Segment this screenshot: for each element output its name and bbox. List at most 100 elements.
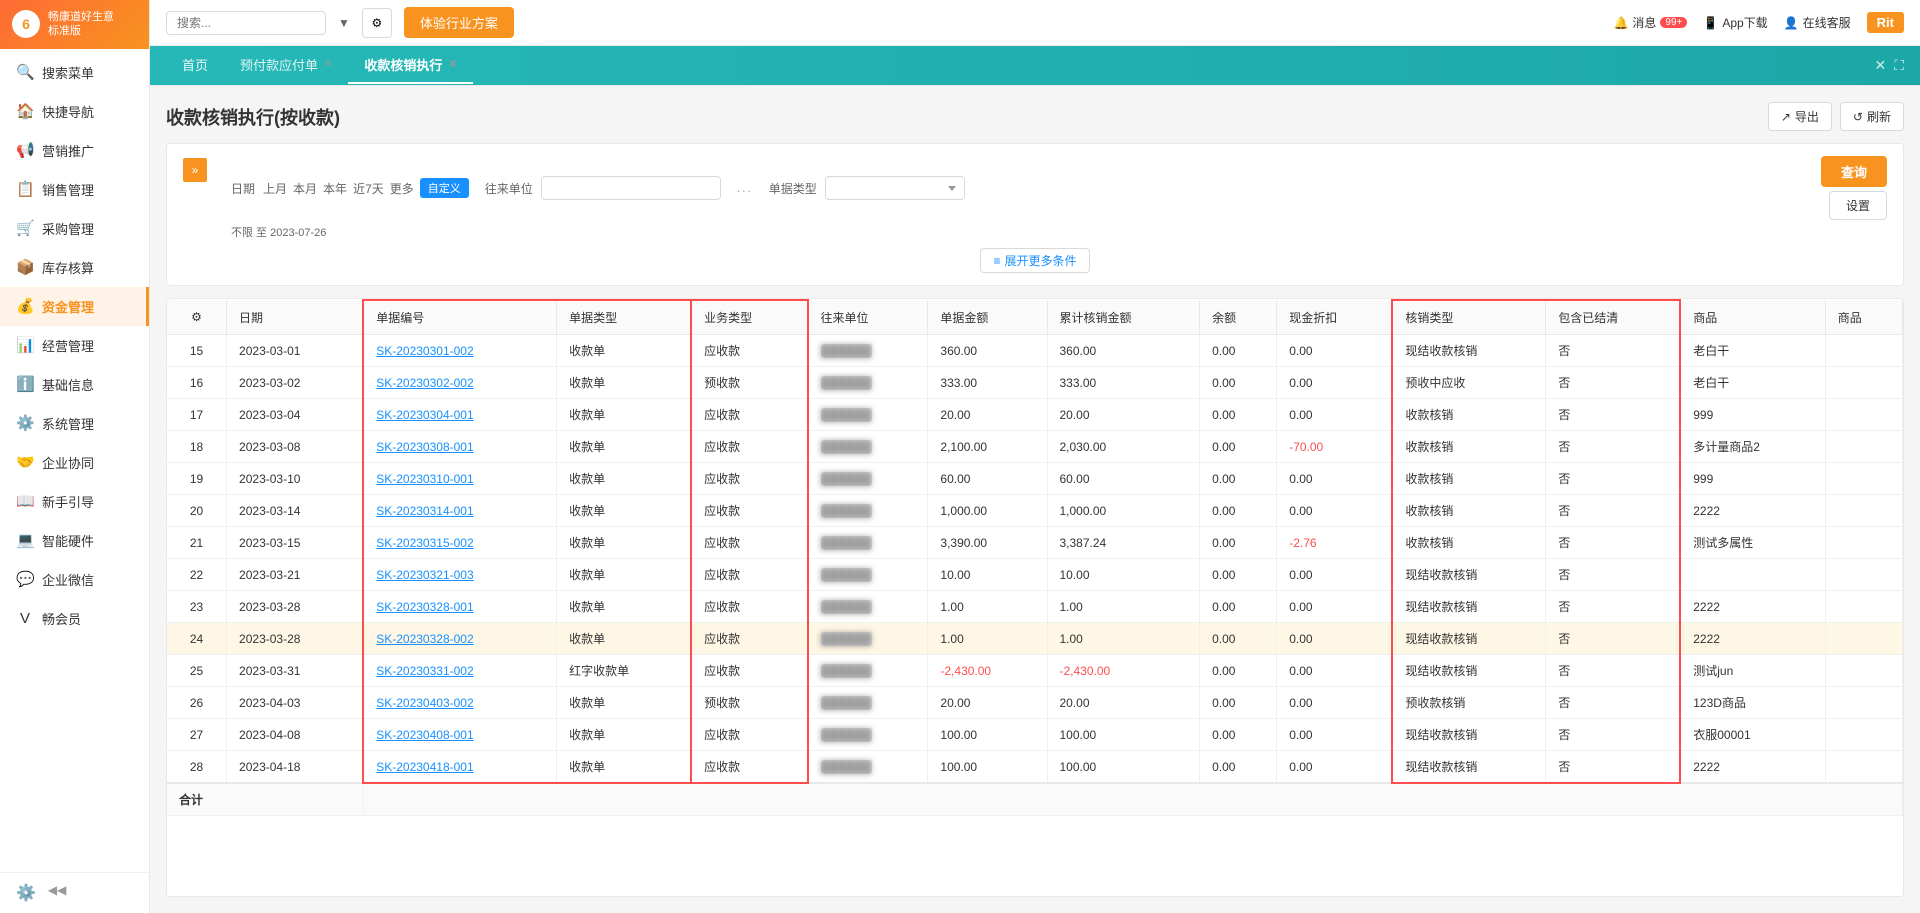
sidebar-item-finance[interactable]: 💰资金管理 <box>0 287 149 326</box>
page-content: 收款核销执行(按收款) ↗ 导出 ↺ 刷新 » 日期 <box>150 86 1920 913</box>
row-doc-no: SK-20230315-002 <box>363 527 556 559</box>
sidebar-item-operations[interactable]: 📊经营管理 <box>0 326 149 365</box>
close-tab-btn[interactable]: ✕ <box>1874 57 1886 74</box>
expand-conditions-btn[interactable]: ≡ 展开更多条件 <box>980 248 1089 273</box>
member-icon: V <box>16 610 34 627</box>
table-row: 22 2023-03-21 SK-20230321-003 收款单 应收款 ██… <box>167 559 1903 591</box>
row-seq: 27 <box>167 719 227 751</box>
date-this-month[interactable]: 本月 <box>293 180 317 197</box>
sidebar-item-purchase[interactable]: 🛒采购管理 <box>0 209 149 248</box>
row-doc-type: 收款单 <box>557 527 692 559</box>
doc-no-link[interactable]: SK-20230314-001 <box>376 504 473 518</box>
row-product2 <box>1825 527 1902 559</box>
col-settings-icon[interactable]: ⚙ <box>167 300 227 335</box>
tab-label: 收款核销执行 <box>364 55 442 74</box>
sidebar-logo: 6 畅康道好生意 标准版 <box>0 0 149 49</box>
filter-settings-btn[interactable]: 设置 <box>1829 191 1887 220</box>
query-btn[interactable]: 查询 <box>1821 156 1887 187</box>
service-icon: 👤 <box>1784 16 1799 30</box>
row-product2 <box>1825 431 1902 463</box>
sidebar-item-hardware[interactable]: 💻智能硬件 <box>0 521 149 560</box>
sidebar-item-inventory[interactable]: 📦库存核算 <box>0 248 149 287</box>
sidebar-item-label: 企业协同 <box>42 453 94 472</box>
doc-no-link[interactable]: SK-20230321-003 <box>376 568 473 582</box>
col-included: 包含已结清 <box>1546 300 1681 335</box>
dropdown-arrow: ▼ <box>338 16 350 30</box>
sidebar: 6 畅康道好生意 标准版 🔍搜索菜单🏠快捷导航📢营销推广📋销售管理🛒采购管理📦库… <box>0 0 150 913</box>
doc-type-select[interactable] <box>825 176 965 200</box>
tab-home[interactable]: 首页 <box>166 47 224 84</box>
doc-no-link[interactable]: SK-20230301-002 <box>376 344 473 358</box>
row-cancel-type: 收款核销 <box>1392 527 1545 559</box>
industry-solution-btn[interactable]: 体验行业方案 <box>404 7 514 38</box>
doc-no-link[interactable]: SK-20230304-001 <box>376 408 473 422</box>
sidebar-item-marketing[interactable]: 📢营销推广 <box>0 131 149 170</box>
collapse-icon[interactable]: ◀◀ <box>48 883 66 903</box>
row-included: 否 <box>1546 431 1681 463</box>
partner-input[interactable] <box>541 176 721 200</box>
doc-no-link[interactable]: SK-20230328-002 <box>376 632 473 646</box>
row-date: 2023-04-03 <box>227 687 364 719</box>
tab-close-btn[interactable]: ✕ <box>448 59 456 70</box>
doc-no-link[interactable]: SK-20230331-002 <box>376 664 473 678</box>
row-doc-no: SK-20230321-003 <box>363 559 556 591</box>
sidebar-item-wechat[interactable]: 💬企业微信 <box>0 560 149 599</box>
doc-no-link[interactable]: SK-20230408-001 <box>376 728 473 742</box>
filter-toggle-btn[interactable]: » <box>183 158 207 182</box>
date-more[interactable]: 更多 <box>390 180 414 197</box>
doc-no-link[interactable]: SK-20230315-002 <box>376 536 473 550</box>
search-input[interactable] <box>166 11 326 35</box>
refresh-btn[interactable]: ↺ 刷新 <box>1840 102 1904 131</box>
row-seq: 26 <box>167 687 227 719</box>
sidebar-item-enterprise[interactable]: 🤝企业协同 <box>0 443 149 482</box>
export-btn[interactable]: ↗ 导出 <box>1768 102 1832 131</box>
row-balance: 0.00 <box>1200 431 1277 463</box>
phone-icon: 📱 <box>1703 16 1718 30</box>
notification-btn[interactable]: 🔔 消息 99+ <box>1613 14 1687 31</box>
date-this-year[interactable]: 本年 <box>323 180 347 197</box>
row-cancel-amount: 1,000.00 <box>1047 495 1200 527</box>
sidebar-item-search[interactable]: 🔍搜索菜单 <box>0 53 149 92</box>
date-custom-btn[interactable]: 自定义 <box>420 178 469 198</box>
settings-gear-btn[interactable]: ⚙ <box>362 8 392 38</box>
row-partner: ██████ <box>808 495 928 527</box>
row-seq: 16 <box>167 367 227 399</box>
sidebar-item-system[interactable]: ⚙️系统管理 <box>0 404 149 443</box>
tab-receipt-cancel[interactable]: 收款核销执行 ✕ <box>348 47 472 84</box>
row-product1: 2222 <box>1680 751 1825 784</box>
sidebar-item-guide[interactable]: 📖新手引导 <box>0 482 149 521</box>
settings-icon[interactable]: ⚙️ <box>16 883 36 903</box>
marketing-icon: 📢 <box>16 141 34 159</box>
doc-no-link[interactable]: SK-20230403-002 <box>376 696 473 710</box>
row-partner: ██████ <box>808 399 928 431</box>
doc-no-link[interactable]: SK-20230328-001 <box>376 600 473 614</box>
date-last-month[interactable]: 上月 <box>263 180 287 197</box>
sidebar-item-quick-nav[interactable]: 🏠快捷导航 <box>0 92 149 131</box>
app-download-btn[interactable]: 📱 App下载 <box>1703 14 1767 31</box>
maximize-tab-btn[interactable]: ⛶ <box>1894 57 1904 74</box>
row-biz-type: 预收款 <box>691 687 807 719</box>
sidebar-item-label: 智能硬件 <box>42 531 94 550</box>
header-dropdown[interactable]: ▼ <box>338 16 350 30</box>
row-amount: 20.00 <box>928 687 1047 719</box>
sidebar-item-member[interactable]: V畅会员 <box>0 599 149 638</box>
doc-no-link[interactable]: SK-20230310-001 <box>376 472 473 486</box>
col-product2: 商品 <box>1825 300 1902 335</box>
date-7days[interactable]: 近7天 <box>353 180 384 197</box>
doc-no-link[interactable]: SK-20230308-001 <box>376 440 473 454</box>
data-table-wrapper: ⚙ 日期 单据编号 单据类型 业务类型 往来单位 单据金额 累计核销金额 余额 … <box>166 298 1904 897</box>
row-amount: 2,100.00 <box>928 431 1047 463</box>
tab-prepay[interactable]: 预付款应付单✕ <box>224 47 348 84</box>
doc-no-link[interactable]: SK-20230302-002 <box>376 376 473 390</box>
row-cancel-amount: 2,030.00 <box>1047 431 1200 463</box>
online-service-btn[interactable]: 👤 在线客服 <box>1784 14 1851 31</box>
user-avatar[interactable]: Rit <box>1867 12 1904 33</box>
sidebar-item-basics[interactable]: ℹ️基础信息 <box>0 365 149 404</box>
row-product2 <box>1825 591 1902 623</box>
tab-close-btn[interactable]: ✕ <box>324 59 332 70</box>
row-biz-type: 应收款 <box>691 527 807 559</box>
user-name: Rit <box>1867 12 1904 33</box>
page-header: 收款核销执行(按收款) ↗ 导出 ↺ 刷新 <box>166 102 1904 131</box>
doc-no-link[interactable]: SK-20230418-001 <box>376 760 473 774</box>
sidebar-item-sales[interactable]: 📋销售管理 <box>0 170 149 209</box>
